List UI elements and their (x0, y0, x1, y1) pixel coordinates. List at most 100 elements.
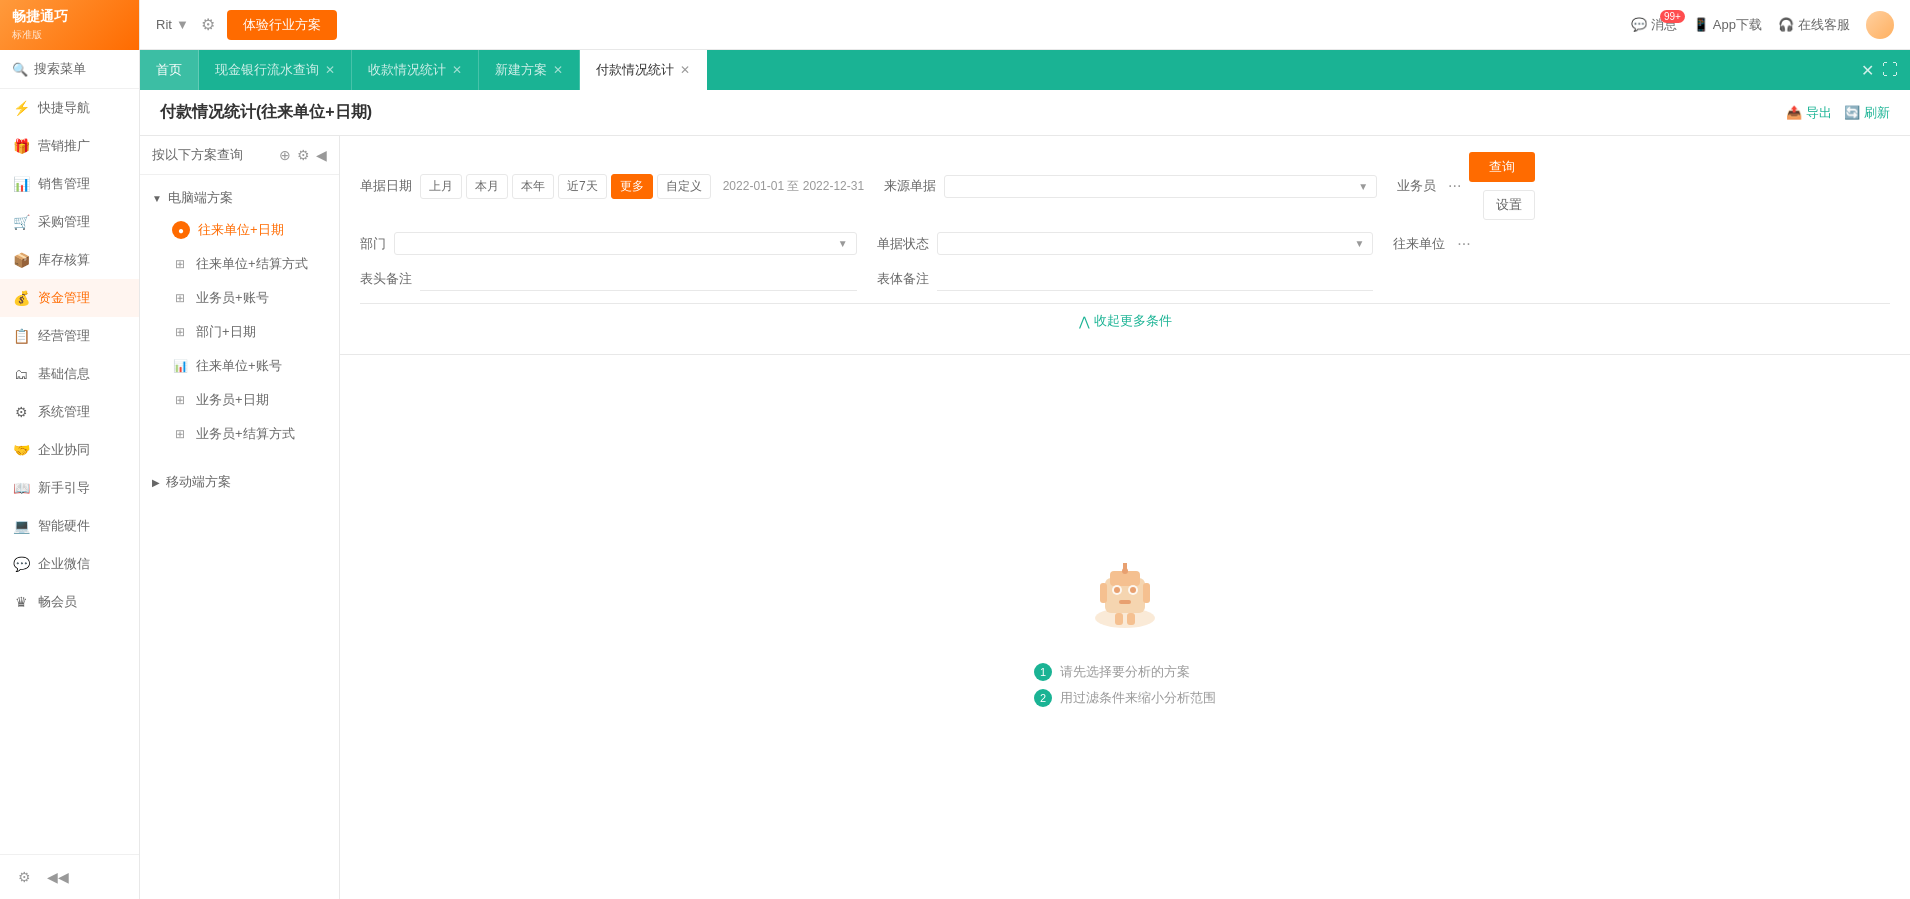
sidebar-item-finance[interactable]: 💰 资金管理 (0, 279, 139, 317)
collapse-sidebar-btn[interactable]: ◀◀ (46, 865, 70, 889)
sidebar-item-quick-nav[interactable]: ⚡ 快捷导航 (0, 89, 139, 127)
svg-rect-7 (1119, 600, 1131, 604)
date-btn-more[interactable]: 更多 (611, 174, 653, 199)
export-icon: 📤 (1786, 105, 1802, 120)
refresh-btn[interactable]: 🔄 刷新 (1844, 104, 1890, 122)
scheme-item-label: 业务员+账号 (196, 289, 269, 307)
sidebar-item-marketing[interactable]: 🎁 营销推广 (0, 127, 139, 165)
online-service-btn[interactable]: 🎧 在线客服 (1778, 16, 1850, 34)
filter-row-2: 部门 ▼ 单据状态 ▼ (360, 232, 1890, 255)
user-avatar[interactable] (1866, 11, 1894, 39)
settings-gear-btn[interactable]: ⚙ (12, 865, 36, 889)
sidebar-item-operation[interactable]: 📋 经营管理 (0, 317, 139, 355)
mobile-arrow-icon: ▶ (152, 477, 160, 488)
app-label: App下载 (1713, 16, 1762, 34)
topbar-gear-icon[interactable]: ⚙ (201, 15, 215, 34)
date-btn-7days[interactable]: 近7天 (558, 174, 607, 199)
sidebar-logo: 畅捷通巧 标准版 (12, 8, 68, 42)
mobile-section-header[interactable]: ▶ 移动端方案 (140, 467, 339, 497)
partner-more-icon[interactable]: ··· (1457, 235, 1470, 253)
sidebar-item-label: 经营管理 (38, 327, 90, 345)
sidebar-item-guide[interactable]: 📖 新手引导 (0, 469, 139, 507)
employee-more-icon[interactable]: ··· (1448, 177, 1461, 195)
body-note-label: 表体备注 (877, 270, 929, 288)
desktop-section-label: 电脑端方案 (168, 189, 233, 207)
tab-new-plan[interactable]: 新建方案 ✕ (479, 50, 580, 90)
sidebar-item-system[interactable]: ⚙ 系统管理 (0, 393, 139, 431)
step1-text: 请先选择要分析的方案 (1060, 659, 1190, 685)
scheme-item-partner-settle[interactable]: ⊞ 往来单位+结算方式 (140, 247, 339, 281)
scheme-table-icon: ⊞ (172, 324, 188, 340)
scheme-item-partner-account[interactable]: 📊 往来单位+账号 (140, 349, 339, 383)
tab-bank[interactable]: 现金银行流水查询 ✕ (199, 50, 352, 90)
app-download-btn[interactable]: 📱 App下载 (1693, 16, 1762, 34)
tabbar: 首页 现金银行流水查询 ✕ 收款情况统计 ✕ 新建方案 ✕ 付款情况统计 ✕ ✕… (140, 50, 1910, 90)
tab-home[interactable]: 首页 (140, 50, 199, 90)
scheme-panel-header: 按以下方案查询 ⊕ ⚙ ◀ (140, 136, 339, 175)
filter-main: 单据日期 上月 本月 本年 近7天 更多 自定义 2022-01-01 至 20… (340, 136, 1910, 899)
message-btn[interactable]: 💬 消息 99+ (1631, 16, 1677, 34)
sidebar-item-wechat[interactable]: 💬 企业微信 (0, 545, 139, 583)
tabbar-actions: ✕ ⛶ (1849, 50, 1910, 90)
page-header: 付款情况统计(往来单位+日期) 📤 导出 🔄 刷新 (140, 90, 1910, 136)
filter-settings-btn[interactable]: 设置 (1483, 190, 1535, 220)
source-select[interactable]: ▼ (944, 175, 1377, 198)
sidebar-item-vip[interactable]: ♛ 畅会员 (0, 583, 139, 621)
dept-label: 部门 (360, 235, 386, 253)
logo-text: 畅捷通巧 (12, 8, 68, 26)
export-btn[interactable]: 📤 导出 (1786, 104, 1832, 122)
source-label: 来源单据 (884, 177, 936, 195)
receivable-tab-close-icon[interactable]: ✕ (452, 63, 462, 77)
date-range-text: 2022-01-01 至 2022-12-31 (723, 178, 864, 195)
tab-payment[interactable]: 付款情况统计 ✕ (580, 50, 707, 90)
company-selector[interactable]: Rit ▼ (156, 17, 189, 32)
tab-receivable[interactable]: 收款情况统计 ✕ (352, 50, 479, 90)
date-btn-this-month[interactable]: 本月 (466, 174, 508, 199)
status-select[interactable]: ▼ (937, 232, 1374, 255)
header-note-input[interactable] (420, 267, 857, 291)
payment-tab-label: 付款情况统计 (596, 61, 674, 79)
bank-tab-label: 现金银行流水查询 (215, 61, 319, 79)
body-note-input[interactable] (937, 267, 1374, 291)
new-plan-tab-close-icon[interactable]: ✕ (553, 63, 563, 77)
search-icon: 🔍 (12, 62, 28, 77)
query-btn[interactable]: 查询 (1469, 152, 1535, 182)
scheme-item-dept-date[interactable]: ⊞ 部门+日期 (140, 315, 339, 349)
sidebar-item-enterprise[interactable]: 🤝 企业协同 (0, 431, 139, 469)
sidebar-item-label: 资金管理 (38, 289, 90, 307)
close-all-tabs-icon[interactable]: ✕ (1861, 61, 1874, 80)
scheme-item-employee-account[interactable]: ⊞ 业务员+账号 (140, 281, 339, 315)
step2-text: 用过滤条件来缩小分析范围 (1060, 685, 1216, 711)
date-btn-custom[interactable]: 自定义 (657, 174, 711, 199)
dept-select[interactable]: ▼ (394, 232, 857, 255)
scheme-item-employee-date[interactable]: ⊞ 业务员+日期 (140, 383, 339, 417)
sidebar-item-basic[interactable]: 🗂 基础信息 (0, 355, 139, 393)
message-badge: 99+ (1660, 10, 1685, 23)
svg-rect-10 (1115, 613, 1123, 625)
dept-dropdown-icon: ▼ (838, 238, 848, 249)
scheme-table-icon: ⊞ (172, 256, 188, 272)
expand-tabs-icon[interactable]: ⛶ (1882, 61, 1898, 79)
search-menu-item[interactable]: 🔍 搜索菜单 (0, 50, 139, 89)
status-dropdown-icon: ▼ (1354, 238, 1364, 249)
date-btn-this-year[interactable]: 本年 (512, 174, 554, 199)
scheme-item-employee-settle[interactable]: ⊞ 业务员+结算方式 (140, 417, 339, 451)
sidebar-item-sales[interactable]: 📊 销售管理 (0, 165, 139, 203)
sidebar-item-label: 营销推广 (38, 137, 90, 155)
sidebar-item-purchase[interactable]: 🛒 采购管理 (0, 203, 139, 241)
scheme-settings-icon[interactable]: ⚙ (297, 147, 310, 163)
date-btn-last-month[interactable]: 上月 (420, 174, 462, 199)
scheme-panel-title: 按以下方案查询 (152, 146, 243, 164)
add-scheme-icon[interactable]: ⊕ (279, 147, 291, 163)
collapse-scheme-icon[interactable]: ◀ (316, 147, 327, 163)
payment-tab-close-icon[interactable]: ✕ (680, 63, 690, 77)
desktop-section-header[interactable]: ▼ 电脑端方案 (140, 183, 339, 213)
sidebar-item-inventory[interactable]: 📦 库存核算 (0, 241, 139, 279)
collapse-filter-btn[interactable]: ⋀ 收起更多条件 (360, 303, 1890, 338)
trial-btn[interactable]: 体验行业方案 (227, 10, 337, 40)
bank-tab-close-icon[interactable]: ✕ (325, 63, 335, 77)
sidebar-item-hardware[interactable]: 💻 智能硬件 (0, 507, 139, 545)
scheme-item-partner-date[interactable]: ● 往来单位+日期 (140, 213, 339, 247)
mobile-scheme-section: ▶ 移动端方案 (140, 459, 339, 505)
receivable-tab-label: 收款情况统计 (368, 61, 446, 79)
